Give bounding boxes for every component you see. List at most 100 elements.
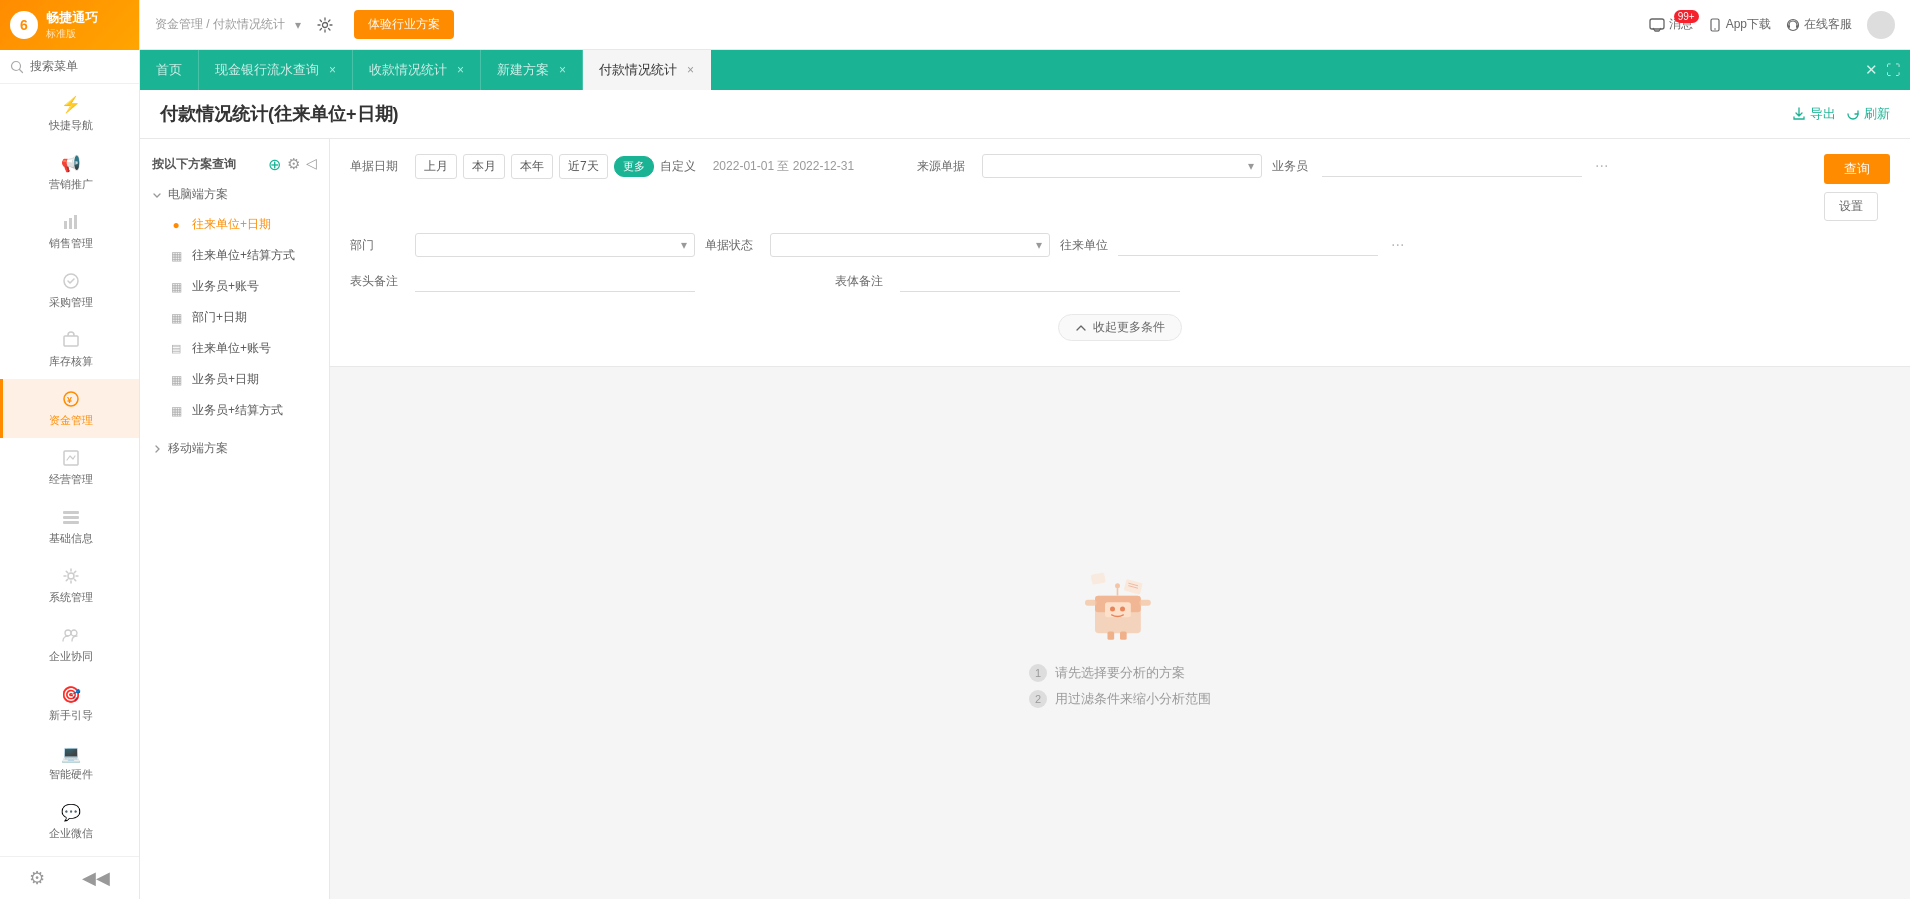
sidebar-label-wechat: 企业微信	[49, 826, 93, 841]
search-menu-label: 搜索菜单	[30, 58, 78, 75]
settings-footer-icon[interactable]: ⚙	[29, 867, 45, 889]
tab-payment[interactable]: 付款情况统计 ×	[583, 50, 711, 90]
mobile-section-toggle[interactable]: 移动端方案	[140, 434, 329, 463]
svg-rect-30	[1085, 599, 1097, 605]
sidebar-header: 6 畅捷通巧 标准版	[0, 0, 139, 50]
sidebar-item-quick[interactable]: ⚡ 快捷导航	[0, 84, 139, 143]
svg-point-27	[1120, 606, 1125, 611]
svg-rect-17	[1650, 19, 1664, 29]
chevron-right-icon	[152, 444, 162, 454]
nav-item-unit-account[interactable]: ▤ 往来单位+账号	[140, 333, 329, 364]
note-body-input[interactable]	[900, 269, 1180, 292]
trial-btn[interactable]: 体验行业方案	[354, 10, 454, 39]
doc-status-select[interactable]	[770, 233, 1050, 257]
sidebar-item-basic[interactable]: 基础信息	[0, 497, 139, 556]
query-btn[interactable]: 查询	[1824, 154, 1890, 184]
sidebar-item-guide[interactable]: 🎯 新手引导	[0, 674, 139, 733]
export-btn[interactable]: 导出	[1792, 105, 1836, 123]
tab-home[interactable]: 首页	[140, 50, 199, 90]
sidebar-item-marketing[interactable]: 📢 营销推广	[0, 143, 139, 202]
refresh-btn[interactable]: 刷新	[1846, 105, 1890, 123]
last-7-btn[interactable]: 近7天	[559, 154, 608, 179]
this-year-btn[interactable]: 本年	[511, 154, 553, 179]
sidebar-label-guide: 新手引导	[49, 708, 93, 723]
tab-cash[interactable]: 现金银行流水查询 ×	[199, 50, 353, 90]
mobile-section-label: 移动端方案	[168, 440, 228, 457]
sidebar-item-inventory[interactable]: 库存核算	[0, 320, 139, 379]
tab-new[interactable]: 新建方案 ×	[481, 50, 583, 90]
desktop-section-toggle[interactable]: 电脑端方案	[140, 180, 329, 209]
scheme-settings-icon[interactable]: ⚙	[287, 155, 300, 174]
empty-tips: 1 请先选择要分析的方案 2 用过滤条件来缩小分析范围	[1029, 664, 1211, 708]
sidebar-item-system[interactable]: 系统管理	[0, 556, 139, 615]
dept-select[interactable]	[415, 233, 695, 257]
svg-rect-6	[64, 336, 78, 346]
tab-payment-close[interactable]: ×	[687, 63, 694, 77]
svg-point-13	[68, 573, 74, 579]
sidebar-item-hardware[interactable]: 💻 智能硬件	[0, 733, 139, 792]
settings-btn[interactable]: 设置	[1824, 192, 1878, 221]
online-service-btn[interactable]: 在线客服	[1786, 16, 1852, 33]
dropdown-arrow-icon[interactable]: ▾	[295, 18, 301, 32]
add-scheme-icon[interactable]: ⊕	[268, 155, 281, 174]
sidebar-label-sales: 销售管理	[49, 236, 93, 251]
last-month-btn[interactable]: 上月	[415, 154, 457, 179]
system-icon	[61, 566, 81, 586]
tab-new-close[interactable]: ×	[559, 63, 566, 77]
staff-dots-icon[interactable]: ···	[1590, 157, 1613, 175]
close-all-tabs-icon[interactable]: ✕	[1865, 61, 1878, 79]
staff-input[interactable]	[1322, 154, 1582, 177]
collapse-btn[interactable]: 收起更多条件	[1058, 314, 1182, 341]
right-panel: 单据日期 上月 本月 本年 近7天 更多 自定义 2022-01-01 至 20…	[330, 139, 1910, 899]
tip-num-2: 2	[1029, 690, 1047, 708]
nav-item-unit-date[interactable]: ● 往来单位+日期	[140, 209, 329, 240]
user-avatar[interactable]	[1867, 11, 1895, 39]
messages-btn[interactable]: 消息 99+	[1649, 16, 1693, 33]
sidebar-item-business[interactable]: 经营管理	[0, 438, 139, 497]
sidebar-label-business: 经营管理	[49, 472, 93, 487]
tab-receipt-close[interactable]: ×	[457, 63, 464, 77]
svg-rect-4	[74, 215, 77, 229]
message-icon	[1649, 17, 1665, 33]
tip-num-1: 1	[1029, 664, 1047, 682]
nav-item-staff-date[interactable]: ▦ 业务员+日期	[140, 364, 329, 395]
unit-filter-content: ···	[1118, 233, 1890, 256]
svg-rect-10	[63, 511, 79, 514]
svg-rect-22	[1796, 25, 1798, 28]
nav-item-staff-account[interactable]: ▦ 业务员+账号	[140, 271, 329, 302]
sidebar-item-wechat[interactable]: 💬 企业微信	[0, 792, 139, 851]
collapse-left-icon[interactable]: ◁	[306, 155, 317, 174]
sidebar-item-purchase[interactable]: 采购管理	[0, 261, 139, 320]
svg-point-19	[1714, 28, 1716, 30]
inventory-icon	[61, 330, 81, 350]
nav-item-unit-settle[interactable]: ▦ 往来单位+结算方式	[140, 240, 329, 271]
empty-state: 1 请先选择要分析的方案 2 用过滤条件来缩小分析范围	[330, 367, 1910, 899]
topbar-right: 消息 99+ App下载 在线客服	[1649, 11, 1895, 39]
custom-date-btn[interactable]: 自定义	[660, 158, 696, 175]
nav-item-staff-settle[interactable]: ▦ 业务员+结算方式	[140, 395, 329, 426]
svg-point-37	[1115, 583, 1120, 588]
topbar-gear-btn[interactable]	[311, 11, 339, 39]
more-date-btn[interactable]: 更多	[614, 156, 654, 177]
export-icon	[1792, 107, 1806, 121]
source-select[interactable]	[982, 154, 1262, 178]
sidebar-item-enterprise[interactable]: 企业协同	[0, 615, 139, 674]
tip-text-2: 用过滤条件来缩小分析范围	[1055, 690, 1211, 708]
tab-receipt[interactable]: 收款情况统计 ×	[353, 50, 481, 90]
nav-item-dept-date[interactable]: ▦ 部门+日期	[140, 302, 329, 333]
expand-tabs-icon[interactable]: ⛶	[1886, 62, 1900, 78]
source-select-wrapper	[982, 154, 1262, 178]
filter-row-2: 部门 单据状态 往来单位 ···	[350, 233, 1890, 257]
collapse-sidebar-icon[interactable]: ◀◀	[82, 867, 110, 889]
app-download-btn[interactable]: App下载	[1708, 16, 1771, 33]
svg-rect-29	[1120, 631, 1127, 639]
note-header-input[interactable]	[415, 269, 695, 292]
this-month-btn[interactable]: 本月	[463, 154, 505, 179]
sidebar-item-sales[interactable]: 销售管理	[0, 202, 139, 261]
unit-input[interactable]	[1118, 233, 1378, 256]
search-menu[interactable]: 搜索菜单	[0, 50, 139, 84]
tab-cash-close[interactable]: ×	[329, 63, 336, 77]
unit-dots-icon[interactable]: ···	[1386, 236, 1409, 254]
sidebar-item-funds[interactable]: ¥ 资金管理	[0, 379, 139, 438]
staff-label: 业务员	[1272, 154, 1312, 175]
